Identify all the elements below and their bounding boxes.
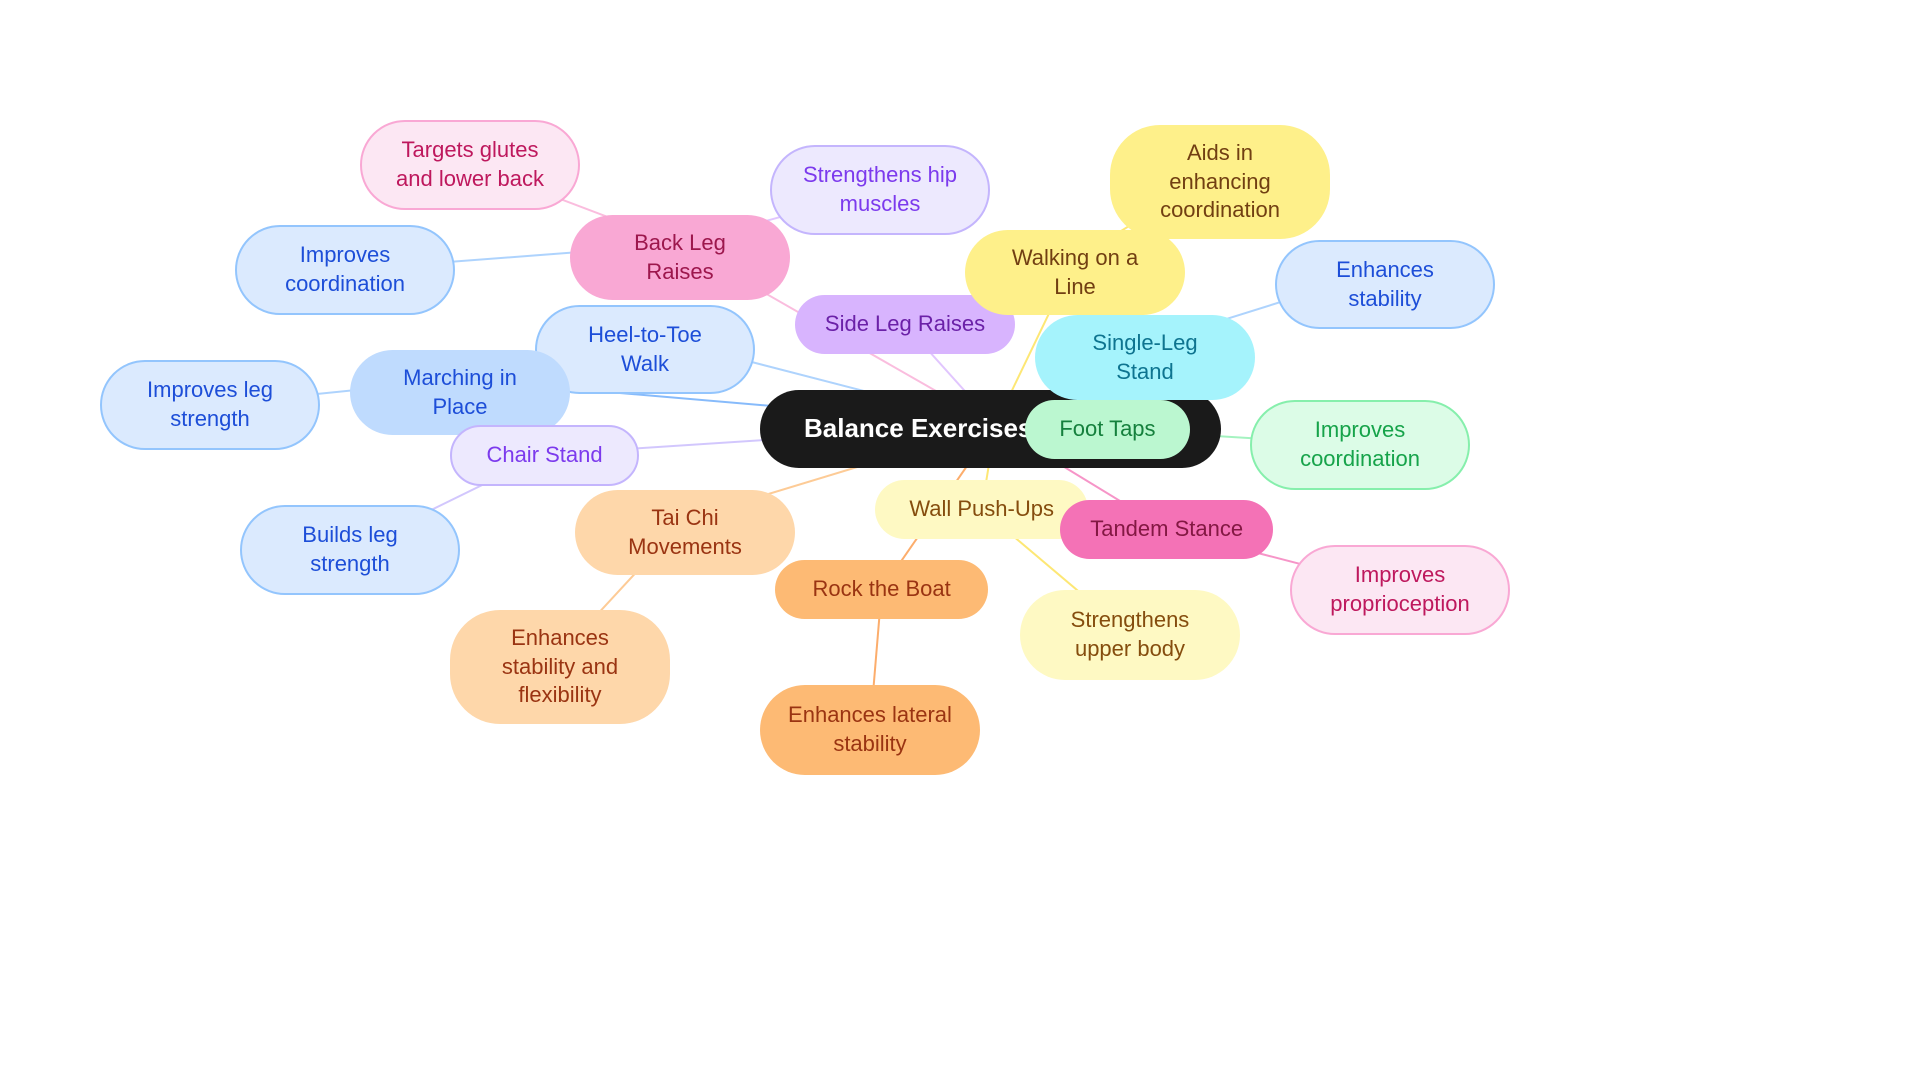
enhances-lateral-node: Enhances lateral stability xyxy=(760,685,980,775)
tai-chi-node: Tai Chi Movements xyxy=(575,490,795,575)
enhances-stab-flex-node: Enhances stability and flexibility xyxy=(450,610,670,724)
wall-pushups-node: Wall Push-Ups xyxy=(875,480,1088,539)
enhances-stability-right-node: Enhances stability xyxy=(1275,240,1495,329)
walking-line-node: Walking on a Line xyxy=(965,230,1185,315)
tandem-stance-node: Tandem Stance xyxy=(1060,500,1273,559)
improves-leg-strength-node: Improves leg strength xyxy=(100,360,320,450)
targets-glutes-node: Targets glutes and lower back xyxy=(360,120,580,210)
strengthens-hip-node: Strengthens hip muscles xyxy=(770,145,990,235)
improves-coord-right-node: Improves coordination xyxy=(1250,400,1470,490)
back-leg-raises-node: Back Leg Raises xyxy=(570,215,790,300)
improves-coord-left-node: Improves coordination xyxy=(235,225,455,315)
foot-taps-node: Foot Taps xyxy=(1025,400,1190,459)
strengthens-upper-node: Strengthens upper body xyxy=(1020,590,1240,680)
marching-place-node: Marching in Place xyxy=(350,350,570,435)
aids-coord-node: Aids in enhancing coordination xyxy=(1110,125,1330,239)
improves-proprio-node: Improves proprioception xyxy=(1290,545,1510,635)
rock-the-boat-node: Rock the Boat xyxy=(775,560,988,619)
chair-stand-node: Chair Stand xyxy=(450,425,639,486)
builds-leg-strength-node: Builds leg strength xyxy=(240,505,460,595)
single-leg-stand-node: Single-Leg Stand xyxy=(1035,315,1255,400)
